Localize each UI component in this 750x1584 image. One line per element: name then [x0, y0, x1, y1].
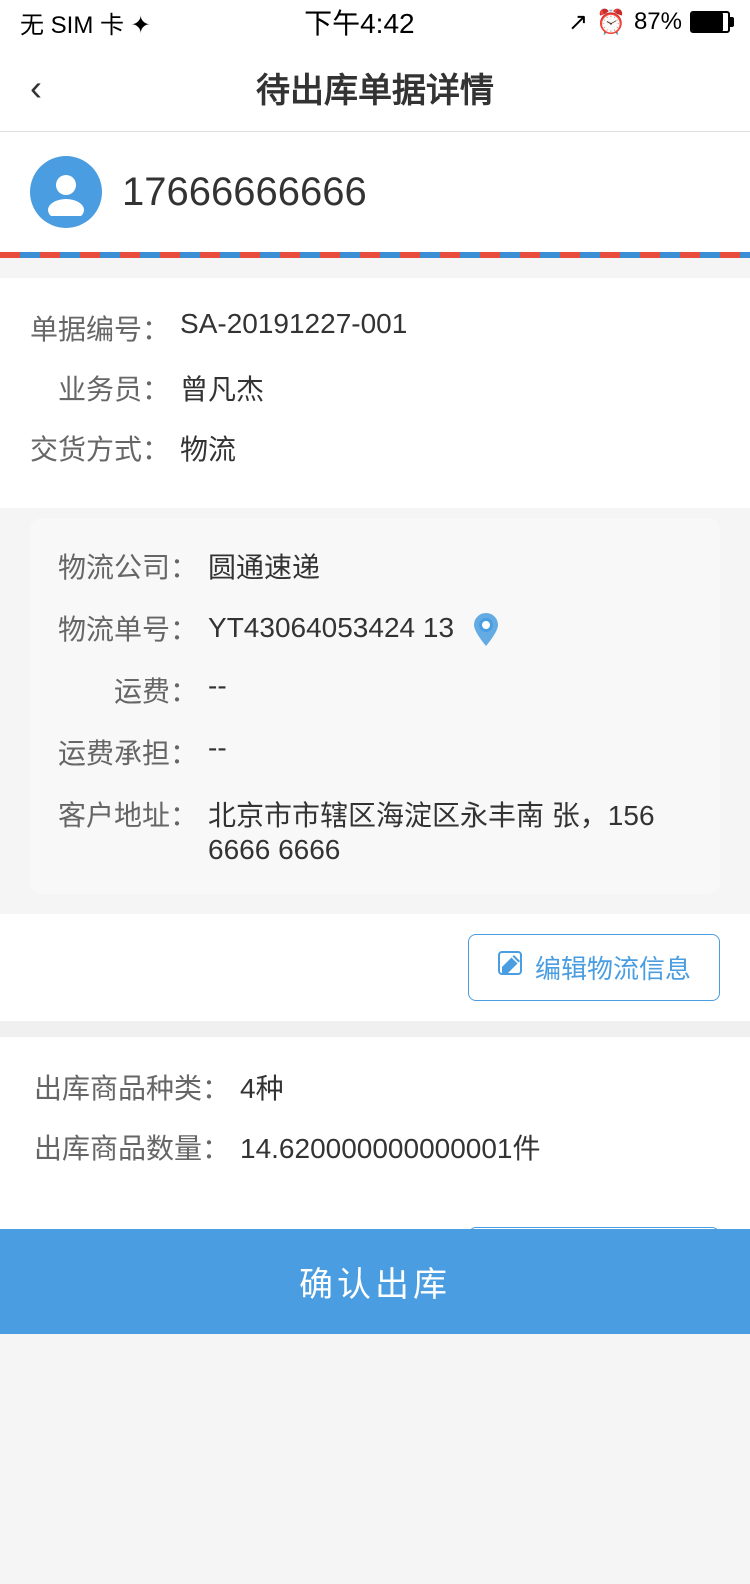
back-button[interactable]: ‹	[30, 67, 90, 109]
freight-value: --	[208, 670, 692, 702]
edit-logistics-label: 编辑物流信息	[535, 949, 691, 986]
delivery-method-label: 交货方式：	[30, 428, 170, 468]
freight-bearer-label: 运费承担：	[58, 732, 198, 772]
sales-person-label: 业务员：	[30, 368, 170, 408]
logistics-company-row: 物流公司： 圆通速递	[58, 546, 692, 586]
location-status-icon: ↗	[568, 8, 588, 37]
goods-type-value: 4种	[240, 1067, 720, 1107]
avatar	[30, 156, 102, 228]
status-time: 下午4:42	[304, 2, 415, 42]
goods-section: 出库商品种类： 4种 出库商品数量： 14.620000000000001件	[0, 1037, 750, 1207]
map-pin-icon[interactable]	[466, 608, 506, 648]
person-icon	[42, 168, 90, 216]
section-divider	[0, 1021, 750, 1037]
battery-icon	[690, 11, 730, 33]
freight-bearer-value: --	[208, 732, 692, 764]
user-header: 17666666666	[0, 132, 750, 252]
status-bar: 无 SIM 卡 ✦ 下午4:42 ↗ ⏰ 87%	[0, 0, 750, 44]
freight-row: 运费： --	[58, 670, 692, 710]
tracking-number-text: YT43064053424 13	[208, 612, 454, 644]
order-number-label: 单据编号：	[30, 308, 170, 348]
dashed-separator	[0, 252, 750, 258]
goods-quantity-row: 出库商品数量： 14.620000000000001件	[30, 1127, 720, 1167]
user-phone-number: 17666666666	[122, 170, 367, 215]
edit-icon	[497, 950, 525, 985]
logistics-company-value: 圆通速递	[208, 546, 692, 586]
logistics-tracking-row: 物流单号： YT43064053424 13	[58, 608, 692, 648]
logistics-tracking-label: 物流单号：	[58, 608, 198, 648]
goods-type-label: 出库商品种类：	[30, 1067, 230, 1107]
delivery-method-value: 物流	[180, 428, 720, 468]
confirm-outbound-button[interactable]: 确认出库	[30, 1257, 720, 1306]
sales-person-value: 曾凡杰	[180, 368, 720, 408]
delivery-method-row: 交货方式： 物流	[30, 428, 720, 468]
customer-address-row: 客户地址： 北京市市辖区海淀区永丰南 张，156 6666 6666	[58, 794, 692, 866]
logistics-company-label: 物流公司：	[58, 546, 198, 586]
goods-quantity-label: 出库商品数量：	[30, 1127, 230, 1167]
order-info-section: 单据编号： SA-20191227-001 业务员： 曾凡杰 交货方式： 物流	[0, 278, 750, 508]
sales-person-row: 业务员： 曾凡杰	[30, 368, 720, 408]
freight-bearer-row: 运费承担： --	[58, 732, 692, 772]
page-title: 待出库单据详情	[256, 63, 494, 112]
freight-label: 运费：	[58, 670, 198, 710]
goods-quantity-value: 14.620000000000001件	[240, 1127, 720, 1167]
order-number-row: 单据编号： SA-20191227-001	[30, 308, 720, 348]
confirm-button-wrap: 确认出库	[0, 1229, 750, 1334]
goods-type-row: 出库商品种类： 4种	[30, 1067, 720, 1107]
nav-bar: ‹ 待出库单据详情	[0, 44, 750, 132]
alarm-icon: ⏰	[596, 8, 626, 37]
status-right: ↗ ⏰ 87%	[568, 8, 730, 37]
edit-logistics-btn-wrap: 编辑物流信息	[0, 914, 750, 1021]
sim-signal-text: 无 SIM 卡 ✦	[20, 5, 151, 40]
bottom-spacer	[0, 1314, 750, 1474]
customer-address-label: 客户地址：	[58, 794, 198, 834]
status-left: 无 SIM 卡 ✦	[20, 5, 151, 40]
customer-address-value: 北京市市辖区海淀区永丰南 张，156 6666 6666	[208, 794, 692, 866]
logistics-tracking-value: YT43064053424 13	[208, 608, 692, 648]
logistics-card: 物流公司： 圆通速递 物流单号： YT43064053424 13 运费： --	[30, 518, 720, 894]
battery-text: 87%	[634, 8, 682, 36]
order-number-value: SA-20191227-001	[180, 308, 720, 340]
edit-logistics-button[interactable]: 编辑物流信息	[468, 934, 720, 1001]
